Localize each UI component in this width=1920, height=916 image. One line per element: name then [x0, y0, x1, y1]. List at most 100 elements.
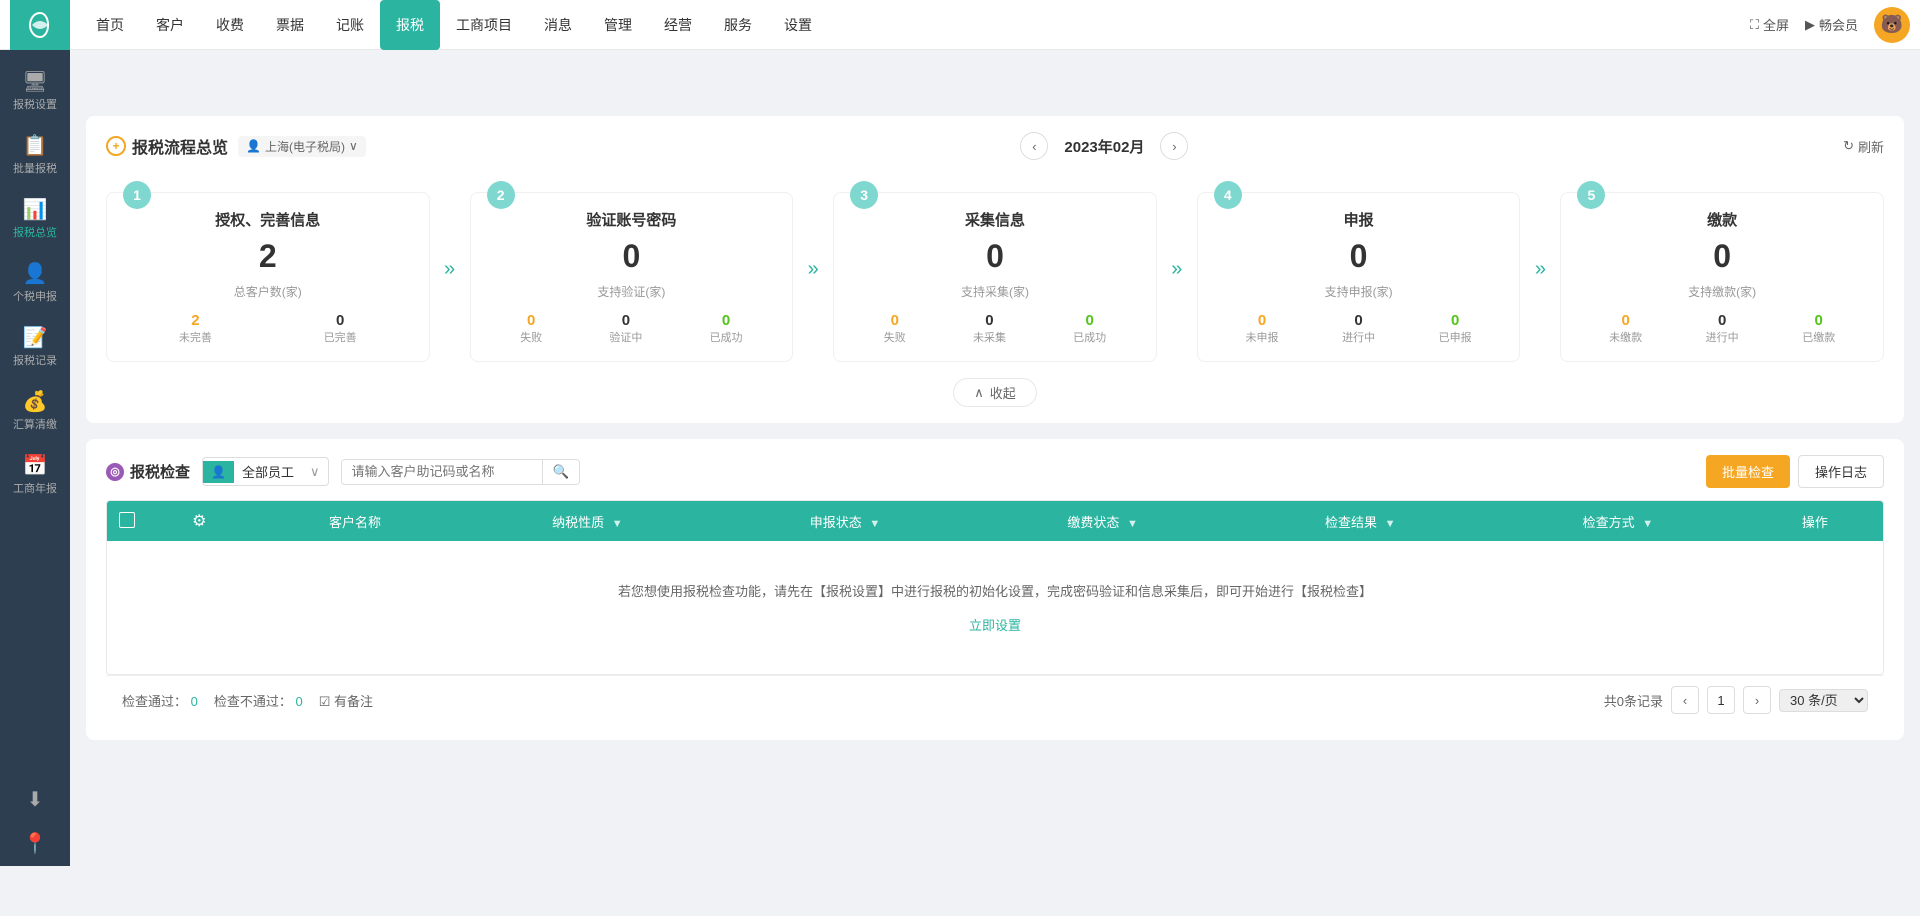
- nav-invoice[interactable]: 票据: [260, 0, 320, 50]
- refresh-btn[interactable]: ↻ 刷新: [1843, 137, 1884, 156]
- flow-stat-num-4-2: 0: [1439, 312, 1472, 329]
- flow-stat-num-5-0: 0: [1609, 312, 1642, 329]
- flow-stat-num-3-0: 0: [884, 312, 906, 329]
- arrow-1: »: [430, 176, 470, 362]
- nav-customer[interactable]: 客户: [140, 0, 200, 50]
- sidebar-item-download[interactable]: ⬇: [23, 778, 48, 822]
- tax-nature-filter-icon[interactable]: ▼: [612, 518, 623, 530]
- batch-check-button[interactable]: 批量检查: [1706, 455, 1790, 488]
- flow-stat-label-2-1: 验证中: [609, 329, 642, 345]
- pass-count-link[interactable]: 0: [191, 694, 198, 709]
- sidebar-item-batch-tax[interactable]: 📋 批量报税: [0, 124, 70, 188]
- fail-count-link[interactable]: 0: [296, 694, 303, 709]
- flow-stats-5: 0 未缴款 0 进行中 0 已缴款: [1577, 312, 1867, 345]
- sidebar-bottom: ⬇ 📍: [23, 778, 48, 866]
- flow-card-label-1: 总客户数(家): [123, 283, 413, 300]
- staff-filter-arrow-icon[interactable]: ∨: [302, 460, 328, 484]
- search-button[interactable]: 🔍: [542, 460, 580, 484]
- flow-stat-num-4-0: 0: [1246, 312, 1279, 329]
- logo-icon: [22, 7, 58, 43]
- flow-stat-2-2: 0 已成功: [710, 312, 743, 345]
- flow-card-number-4: 0: [1214, 238, 1504, 275]
- nav-business[interactable]: 工商项目: [440, 0, 528, 50]
- th-operation: 操作: [1747, 501, 1883, 541]
- nav-operation[interactable]: 经营: [648, 0, 708, 50]
- gear-icon[interactable]: ⚙: [192, 513, 206, 530]
- page-size-select[interactable]: 30 条/页 50 条/页 100 条/页: [1779, 689, 1868, 712]
- flow-stat-num-4-1: 0: [1342, 312, 1375, 329]
- sidebar-item-tax-settings[interactable]: 🖥 报税设置: [0, 60, 70, 124]
- sidebar-item-location[interactable]: 📍: [23, 822, 48, 866]
- flow-stat-label-4-0: 未申报: [1246, 329, 1279, 345]
- flow-card-number-1: 2: [123, 238, 413, 275]
- header-checkbox[interactable]: [119, 512, 135, 528]
- sidebar-item-settlement[interactable]: 💰 汇算清缴: [0, 380, 70, 444]
- sidebar-item-tax-overview[interactable]: 📊 报税总览: [0, 188, 70, 252]
- arrow-icon-1: »: [444, 258, 455, 281]
- flow-card-label-4: 支持申报(家): [1214, 283, 1504, 300]
- search-input[interactable]: [342, 460, 542, 483]
- avatar[interactable]: 🐻: [1874, 7, 1910, 43]
- fullscreen-btn[interactable]: ⛶ 全屏: [1750, 15, 1789, 34]
- batch-tax-icon: 📋: [23, 136, 48, 156]
- pay-status-filter-icon[interactable]: ▼: [1127, 518, 1138, 530]
- nav-home[interactable]: 首页: [80, 0, 140, 50]
- top-nav: 首页 客户 收费 票据 记账 报税 工商项目 消息 管理 经营 服务 设置 ⛶ …: [0, 0, 1920, 50]
- operation-log-button[interactable]: 操作日志: [1798, 455, 1884, 488]
- flow-stat-2-1: 0 验证中: [609, 312, 642, 345]
- refresh-icon: ↻: [1843, 138, 1854, 154]
- sidebar-item-personal-declare[interactable]: 👤 个税申报: [0, 252, 70, 316]
- nav-bookkeeping[interactable]: 记账: [320, 0, 380, 50]
- nav-right: ⛶ 全屏 ▶ 畅会员 🐻: [1750, 7, 1910, 43]
- table-head: ⚙ 客户名称 纳税性质 ▼ 申报状态 ▼: [107, 501, 1883, 541]
- logo[interactable]: [10, 0, 70, 50]
- member-btn[interactable]: ▶ 畅会员: [1805, 15, 1858, 34]
- nav-items: 首页 客户 收费 票据 记账 报税 工商项目 消息 管理 经营 服务 设置: [80, 0, 1750, 50]
- nav-message[interactable]: 消息: [528, 0, 588, 50]
- date-nav: ‹ 2023年02月 ›: [1020, 132, 1188, 160]
- arrow-icon-4: »: [1535, 258, 1546, 281]
- flow-stat-label-4-1: 进行中: [1342, 329, 1375, 345]
- flow-stat-num-2-2: 0: [710, 312, 743, 329]
- video-icon: ▶: [1805, 17, 1815, 33]
- check-right: 批量检查 操作日志: [1706, 455, 1884, 488]
- sidebar-item-tax-record[interactable]: 📝 报税记录: [0, 316, 70, 380]
- footer-pass-stat: 检查通过： 0: [122, 691, 198, 710]
- declare-status-filter-icon[interactable]: ▼: [869, 518, 880, 530]
- check-method-filter-icon[interactable]: ▼: [1642, 518, 1653, 530]
- page-next-btn[interactable]: ›: [1743, 686, 1771, 714]
- flow-stat-label-5-2: 已缴款: [1802, 329, 1835, 345]
- empty-state: 若您想使用报税检查功能，请先在【报税设置】中进行报税的初始化设置，完成密码验证和…: [107, 541, 1883, 674]
- nav-settings[interactable]: 设置: [768, 0, 828, 50]
- flow-stat-5-1: 0 进行中: [1706, 312, 1739, 345]
- nav-management[interactable]: 管理: [588, 0, 648, 50]
- nav-fees[interactable]: 收费: [200, 0, 260, 50]
- setup-link[interactable]: 立即设置: [969, 618, 1021, 633]
- flow-stat-num-2-0: 0: [520, 312, 542, 329]
- nav-service[interactable]: 服务: [708, 0, 768, 50]
- page-current: 1: [1707, 686, 1735, 714]
- download-icon: ⬇: [27, 790, 44, 810]
- data-table: ⚙ 客户名称 纳税性质 ▼ 申报状态 ▼: [107, 501, 1883, 541]
- date-prev-btn[interactable]: ‹: [1020, 132, 1048, 160]
- staff-filter[interactable]: 👤 全部员工 ∨: [202, 457, 328, 486]
- table-wrap: ⚙ 客户名称 纳税性质 ▼ 申报状态 ▼: [106, 500, 1884, 675]
- location-tag[interactable]: 👤 上海(电子税局) ∨: [238, 136, 366, 157]
- flow-card-5: 5 缴款 0 支持缴款(家) 0 未缴款 0 进行中 0 已缴款: [1560, 192, 1884, 362]
- flow-stat-label-1-1: 已完善: [324, 329, 357, 345]
- flow-card-title-5: 缴款: [1577, 209, 1867, 230]
- footer-note: ☑ 有备注: [319, 691, 373, 710]
- table-scroll[interactable]: 若您想使用报税检查功能，请先在【报税设置】中进行报税的初始化设置，完成密码验证和…: [107, 541, 1883, 674]
- flow-stat-label-2-0: 失败: [520, 329, 542, 345]
- date-next-btn[interactable]: ›: [1160, 132, 1188, 160]
- pagination: 共0条记录 ‹ 1 › 30 条/页 50 条/页 100 条/页: [1604, 686, 1868, 714]
- sidebar-item-business-annual[interactable]: 📅 工商年报: [0, 444, 70, 508]
- main-content: + 报税流程总览 👤 上海(电子税局) ∨ ‹ 2023年02月 › ↻ 刷新 …: [70, 100, 1920, 916]
- collapse-btn[interactable]: ∧ 收起: [953, 378, 1037, 407]
- nav-tax[interactable]: 报税: [380, 0, 440, 50]
- check-result-filter-icon[interactable]: ▼: [1385, 518, 1396, 530]
- th-name: 客户名称: [251, 501, 458, 541]
- search-input-wrap: 🔍: [341, 459, 581, 485]
- staff-filter-icon: 👤: [203, 461, 234, 483]
- page-prev-btn[interactable]: ‹: [1671, 686, 1699, 714]
